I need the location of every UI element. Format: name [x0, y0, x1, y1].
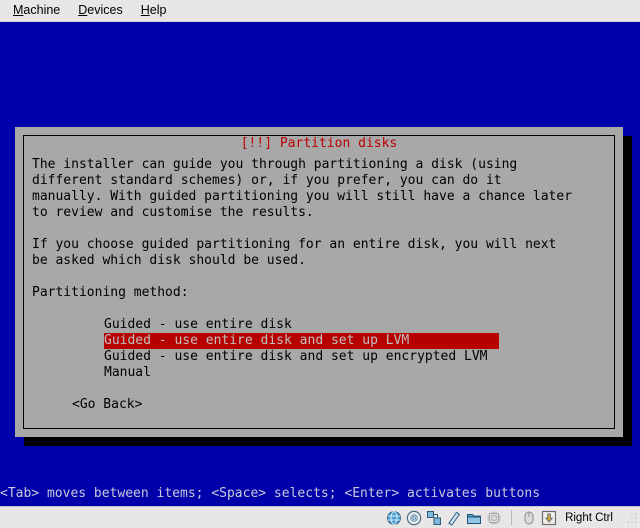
- folder-icon[interactable]: [466, 510, 482, 526]
- menu-devices-mnemonic: D: [78, 3, 88, 17]
- guest-console-screen: [!!] Partition disks The installer can g…: [0, 22, 640, 506]
- keyboard-help-line: <Tab> moves between items; <Space> selec…: [0, 486, 541, 501]
- go-back-button[interactable]: <Go Back>: [72, 397, 142, 412]
- paragraph-spacer-2: [32, 269, 606, 285]
- menu-help[interactable]: Help: [132, 1, 176, 20]
- option-guided-entire-disk-lvm[interactable]: Guided - use entire disk and set up LVM: [104, 333, 499, 349]
- vm-status-bar: Right Ctrl: [0, 506, 640, 528]
- partition-disks-dialog: [!!] Partition disks The installer can g…: [15, 127, 623, 437]
- vm-menu-bar: Machine Devices Help: [0, 0, 640, 22]
- menu-devices[interactable]: Devices: [69, 1, 131, 20]
- option-guided-entire-disk[interactable]: Guided - use entire disk: [104, 317, 499, 333]
- intro-paragraph-2: If you choose guided partitioning for an…: [32, 237, 557, 268]
- menu-help-label: elp: [149, 3, 167, 17]
- intro-paragraph-1: The installer can guide you through part…: [32, 157, 573, 220]
- menu-devices-label: evices: [87, 3, 123, 17]
- option-guided-entire-disk-encrypted-lvm[interactable]: Guided - use entire disk and set up encr…: [104, 349, 499, 365]
- menu-machine-label: achine: [23, 3, 61, 17]
- status-bar-indicators: Right Ctrl: [386, 510, 637, 526]
- cpu-icon[interactable]: [486, 510, 502, 526]
- menu-machine[interactable]: Machine: [4, 1, 69, 20]
- option-manual[interactable]: Manual: [104, 365, 499, 381]
- resize-grip[interactable]: [622, 511, 637, 525]
- host-key-label: Right Ctrl: [565, 511, 613, 524]
- optical-disk-icon[interactable]: [406, 510, 422, 526]
- mouse-icon[interactable]: [521, 510, 537, 526]
- status-bar-separator: [511, 510, 513, 525]
- shared-folders-icon[interactable]: [426, 510, 442, 526]
- menu-help-mnemonic: H: [140, 3, 150, 17]
- host-key-icon[interactable]: [541, 510, 557, 526]
- dialog-body: The installer can guide you through part…: [32, 157, 606, 423]
- paragraph-spacer-1: [32, 221, 606, 237]
- menu-machine-mnemonic: M: [13, 3, 24, 17]
- usb-icon[interactable]: [446, 510, 462, 526]
- network-icon[interactable]: [386, 510, 402, 526]
- partitioning-method-list: Guided - use entire disk Guided - use en…: [104, 317, 606, 381]
- partitioning-method-label: Partitioning method:: [32, 285, 189, 300]
- dialog-buttons: <Go Back>: [72, 397, 606, 413]
